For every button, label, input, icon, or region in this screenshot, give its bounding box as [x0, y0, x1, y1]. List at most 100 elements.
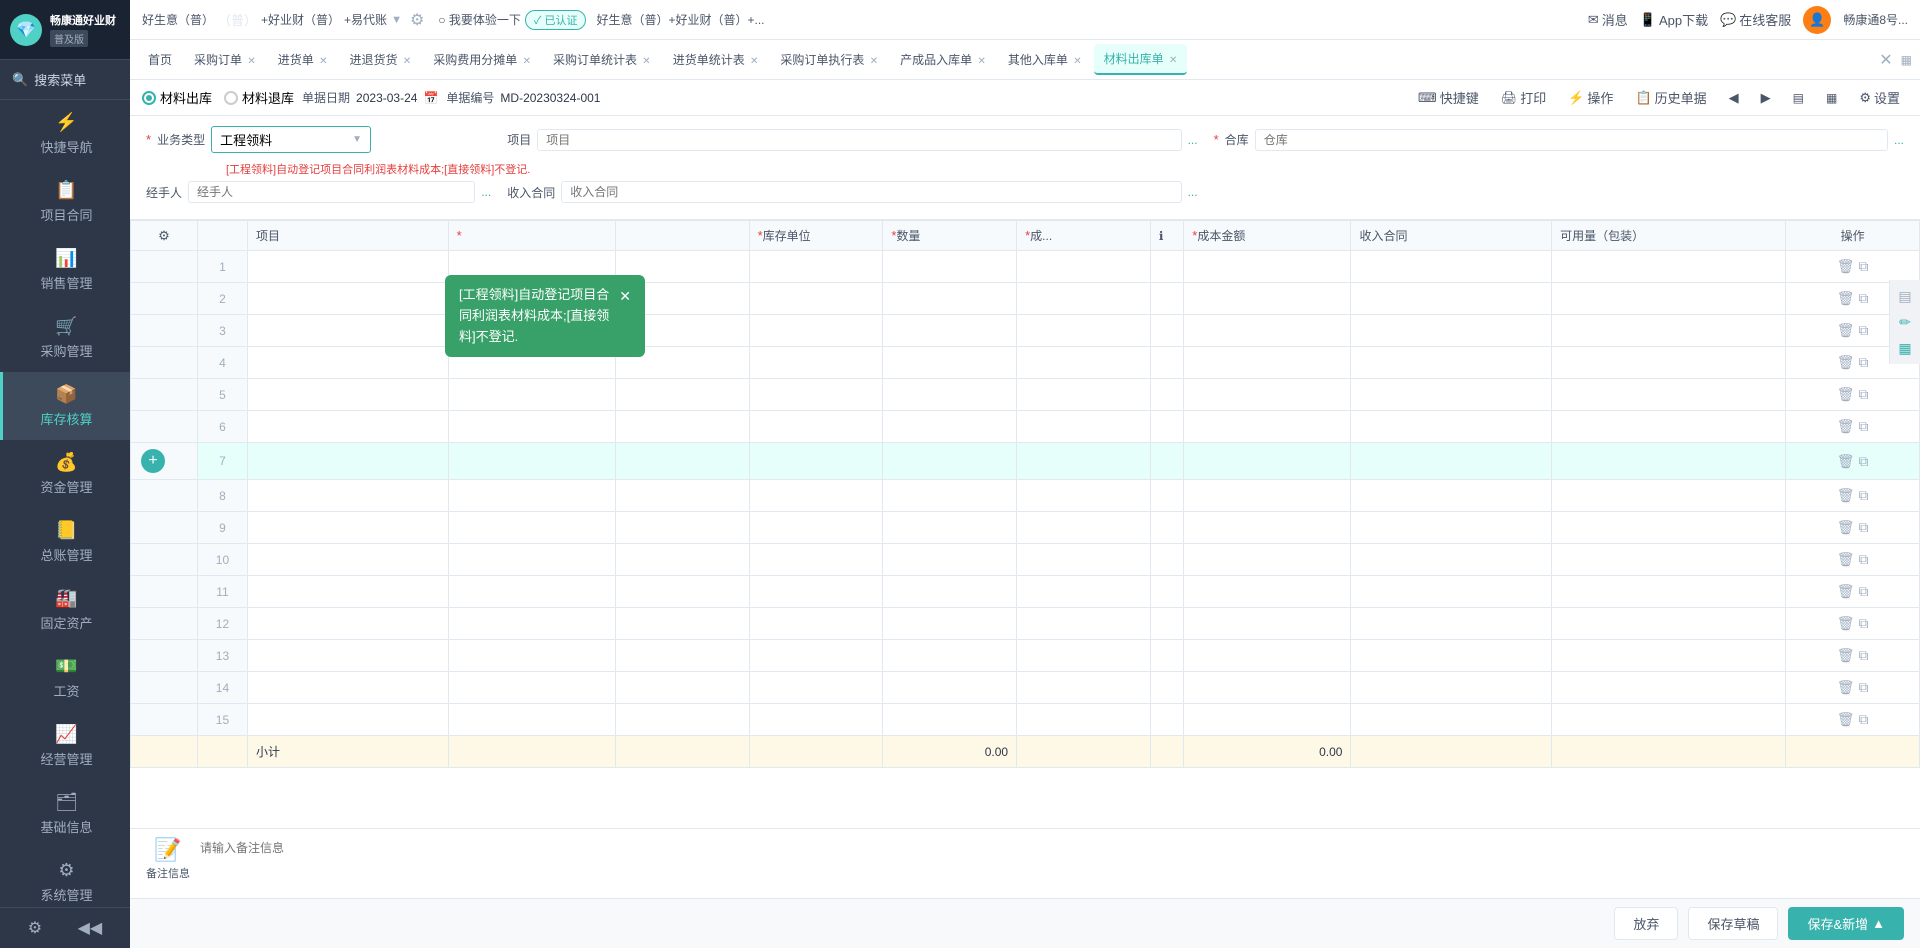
col-header-cost-info[interactable]: ℹ	[1150, 221, 1183, 251]
table-cell[interactable]	[1017, 283, 1151, 315]
save-draft-button[interactable]: 保存草稿	[1688, 907, 1778, 940]
radio-material-return[interactable]: 材料退库	[224, 88, 294, 107]
notes-input[interactable]	[200, 837, 1904, 859]
table-cell[interactable]	[1150, 347, 1183, 379]
table-cell[interactable]	[1351, 347, 1552, 379]
tab-home[interactable]: 首页	[138, 45, 182, 74]
nav-next-btn[interactable]: ▶	[1753, 87, 1779, 109]
table-cell[interactable]	[1017, 576, 1151, 608]
table-cell[interactable]	[1150, 544, 1183, 576]
tab-goods-stats[interactable]: 进货单统计表 ✕	[663, 45, 769, 74]
table-cell[interactable]	[248, 576, 449, 608]
table-cell[interactable]	[615, 608, 749, 640]
business-type-select[interactable]: 工程领料 ▼	[211, 126, 371, 153]
col-header-project[interactable]: 项目	[248, 221, 449, 251]
project-dots[interactable]: ...	[1188, 133, 1198, 147]
table-cell[interactable]	[749, 251, 883, 283]
more-topbar-items[interactable]: 好生意（普）+好业财（普）+...	[596, 11, 764, 28]
table-cell[interactable]	[1017, 251, 1151, 283]
tab-close-other-receipt[interactable]: ✕	[1073, 56, 1081, 67]
table-cell[interactable]	[1351, 315, 1552, 347]
settings-btn[interactable]: ⚙ 设置	[1851, 85, 1908, 110]
table-cell[interactable]	[1351, 576, 1552, 608]
table-cell[interactable]	[1552, 544, 1786, 576]
table-cell[interactable]	[1552, 251, 1786, 283]
table-cell[interactable]	[1351, 512, 1552, 544]
table-cell[interactable]	[1184, 608, 1351, 640]
table-cell[interactable]	[448, 704, 615, 736]
delete-icon[interactable]: 🗑	[1837, 258, 1855, 274]
table-cell[interactable]	[749, 443, 883, 480]
close-all-icon[interactable]: ✕	[1879, 50, 1892, 70]
delete-icon[interactable]: 🗑	[1837, 519, 1855, 535]
table-cell[interactable]	[1351, 379, 1552, 411]
copy-icon[interactable]: ⧉	[1858, 487, 1868, 503]
table-container[interactable]: ⚙ 项目 * *库存单位 *数量 *成... ℹ *成本金额 收入合同 可用量（…	[130, 220, 1920, 828]
delete-icon[interactable]: 🗑	[1837, 615, 1855, 631]
copy-icon[interactable]: ⧉	[1858, 679, 1868, 695]
col-header-col4[interactable]	[615, 221, 749, 251]
copy-icon[interactable]: ⧉	[1858, 290, 1868, 306]
tooltip-close-btn[interactable]: ✕	[619, 285, 631, 307]
table-cell[interactable]	[1184, 480, 1351, 512]
app-download-btn[interactable]: 📱 App下载	[1640, 10, 1708, 29]
table-cell[interactable]	[248, 379, 449, 411]
sidebar-item-ledger[interactable]: 📒 总账管理	[0, 508, 130, 576]
tab-close-goods-receipt[interactable]: ✕	[319, 56, 327, 67]
table-cell[interactable]	[615, 544, 749, 576]
table-cell[interactable]	[1351, 544, 1552, 576]
table-cell[interactable]	[749, 576, 883, 608]
col-header-quantity[interactable]: *数量	[883, 221, 1017, 251]
right-panel-icon1[interactable]: ▤	[1893, 284, 1917, 308]
table-cell[interactable]	[1150, 379, 1183, 411]
print-btn[interactable]: 🖨 打印	[1493, 85, 1555, 110]
layout-btn2[interactable]: ▦	[1818, 88, 1845, 108]
table-cell[interactable]	[883, 251, 1017, 283]
tab-finished-goods[interactable]: 产成品入库单 ✕	[890, 45, 996, 74]
radio-material-out[interactable]: 材料出库	[142, 88, 212, 107]
tab-material-out[interactable]: 材料出库单 ✕	[1094, 44, 1188, 75]
delete-icon[interactable]: 🗑	[1837, 551, 1855, 567]
user-name[interactable]: 畅康通8号...	[1843, 11, 1908, 28]
income-contract-dots[interactable]: ...	[1188, 185, 1198, 199]
table-settings-icon[interactable]: ⚙	[158, 228, 170, 243]
tab-close-purchase-stats[interactable]: ✕	[642, 56, 650, 67]
col-header-cost-amount[interactable]: *成本金额	[1184, 221, 1351, 251]
table-cell[interactable]	[248, 512, 449, 544]
table-cell[interactable]	[1351, 283, 1552, 315]
copy-icon[interactable]: ⧉	[1858, 647, 1868, 663]
table-cell[interactable]	[883, 480, 1017, 512]
discard-button[interactable]: 放弃	[1614, 907, 1678, 940]
table-cell[interactable]	[749, 544, 883, 576]
table-cell[interactable]	[883, 379, 1017, 411]
table-cell[interactable]	[1017, 704, 1151, 736]
table-cell[interactable]	[749, 347, 883, 379]
table-cell[interactable]	[1017, 443, 1151, 480]
table-cell[interactable]	[1184, 512, 1351, 544]
delete-icon[interactable]: 🗑	[1837, 386, 1855, 402]
table-cell[interactable]	[448, 512, 615, 544]
topbar-settings-icon[interactable]: ⚙	[410, 10, 424, 30]
operations-btn[interactable]: ⚡ 操作	[1560, 85, 1621, 110]
warehouse-dots[interactable]: ...	[1894, 133, 1904, 147]
delete-icon[interactable]: 🗑	[1837, 583, 1855, 599]
tab-purchase-order[interactable]: 采购订单 ✕	[184, 45, 266, 74]
table-cell[interactable]	[248, 251, 449, 283]
warehouse-input[interactable]	[1255, 129, 1888, 151]
tab-more-icon[interactable]: ▦	[1901, 53, 1912, 67]
table-cell[interactable]	[1184, 704, 1351, 736]
table-cell[interactable]	[1184, 544, 1351, 576]
table-cell[interactable]	[1351, 411, 1552, 443]
table-cell[interactable]	[749, 379, 883, 411]
topbar-item-haoyecai[interactable]: +好业财（普）	[261, 11, 340, 28]
collapse-icon[interactable]: ◀◀	[78, 918, 103, 938]
table-cell[interactable]	[749, 315, 883, 347]
table-cell[interactable]	[248, 283, 449, 315]
table-cell[interactable]	[1351, 443, 1552, 480]
col-header-available[interactable]: 可用量（包装）	[1552, 221, 1786, 251]
table-cell[interactable]	[1150, 315, 1183, 347]
table-cell[interactable]	[248, 443, 449, 480]
sidebar-item-base[interactable]: 🗂 基础信息	[0, 780, 130, 848]
delete-icon[interactable]: 🗑	[1837, 354, 1855, 370]
table-cell[interactable]	[1017, 315, 1151, 347]
